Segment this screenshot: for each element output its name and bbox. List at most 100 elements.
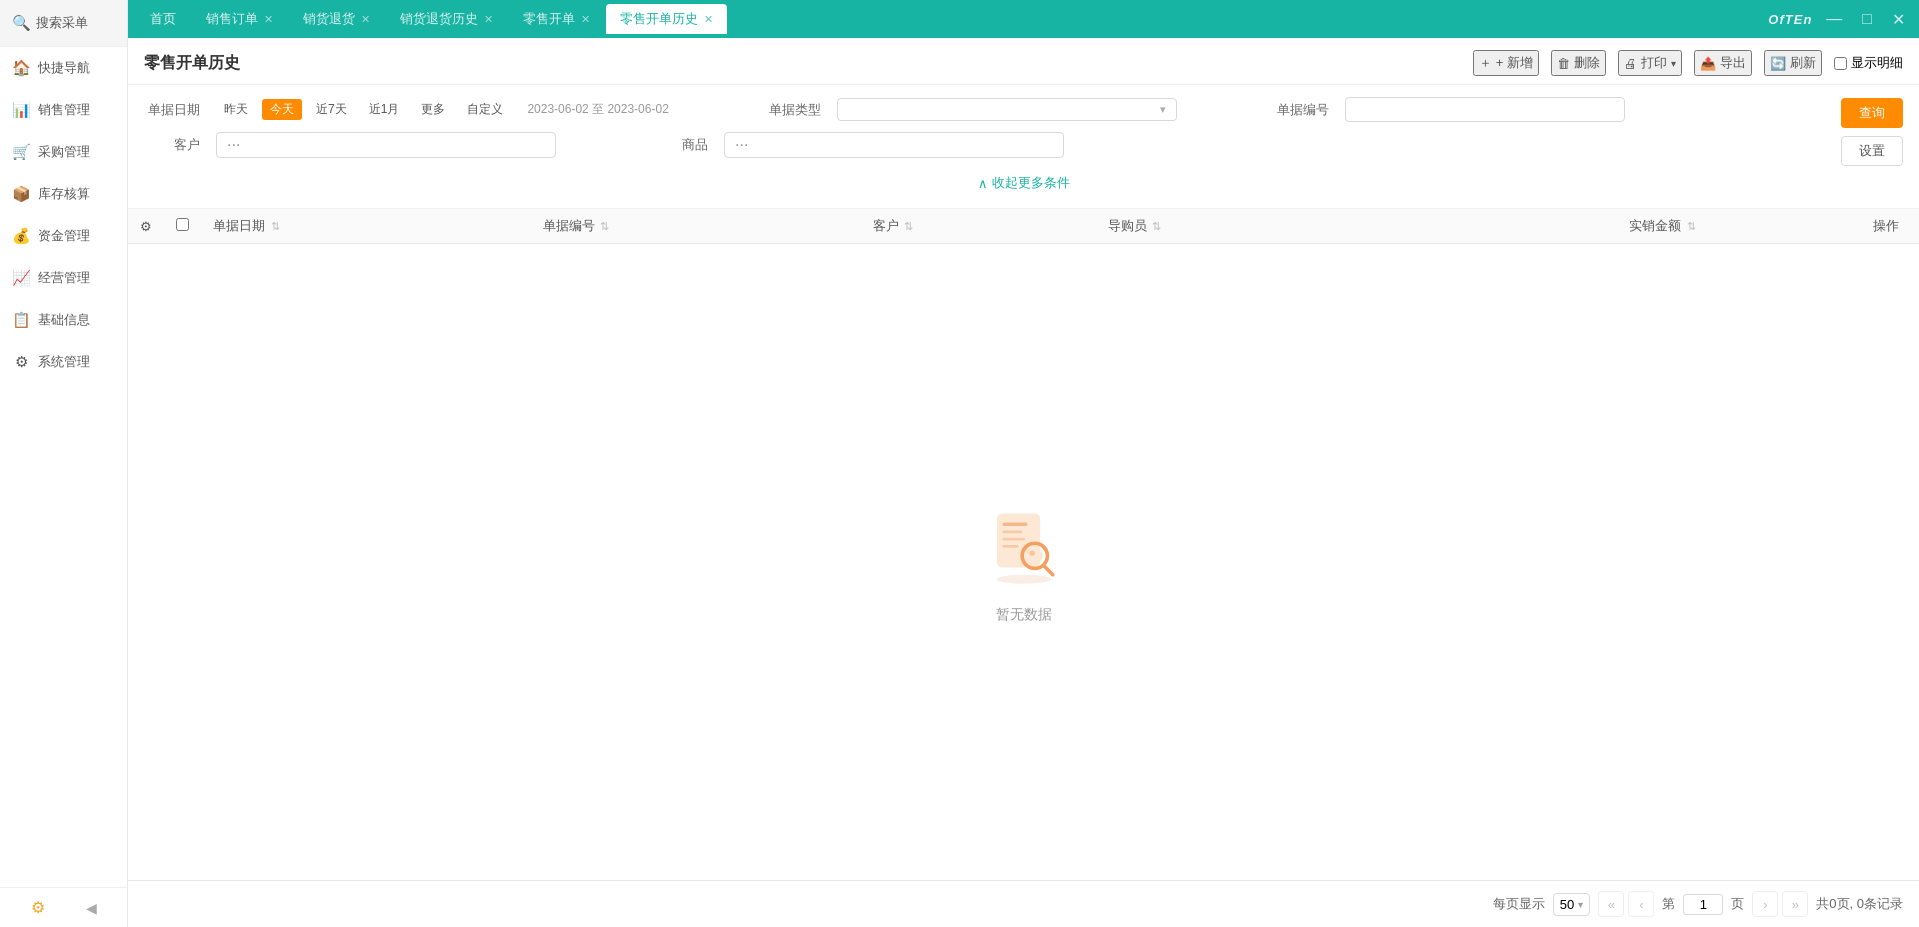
sort-amount-icon[interactable]: ⇅ <box>1687 220 1696 232</box>
window-maximize-btn[interactable]: □ <box>1856 10 1878 28</box>
sidebar-item-label: 基础信息 <box>38 311 90 329</box>
info-icon: 📋 <box>12 311 30 329</box>
print-button[interactable]: 🖨 打印 ▾ <box>1618 50 1682 76</box>
delete-icon: 🗑 <box>1557 56 1570 71</box>
tab-home-label: 首页 <box>150 10 176 28</box>
sidebar-bottom: ⚙ ◀ <box>0 887 127 927</box>
first-page-btn[interactable]: « <box>1598 891 1624 917</box>
refresh-button[interactable]: 🔄 刷新 <box>1764 50 1822 76</box>
tab-sales-return[interactable]: 销货退货 ✕ <box>289 4 384 34</box>
page-size-select[interactable]: 50 ▾ <box>1553 893 1590 916</box>
sidebar-item-xitong[interactable]: ⚙ 系统管理 <box>0 341 127 383</box>
tab-retail-open-label: 零售开单 <box>523 10 575 28</box>
tab-retail-open-history-label: 零售开单历史 <box>620 10 698 28</box>
date-btn-1month[interactable]: 近1月 <box>361 99 408 120</box>
doc-no-input[interactable] <box>1345 97 1625 122</box>
tab-close-sales-order[interactable]: ✕ <box>264 13 273 26</box>
doc-type-select[interactable]: ▾ <box>837 98 1177 121</box>
sidebar-item-zijin[interactable]: 💰 资金管理 <box>0 215 127 257</box>
sidebar-item-kuaijie[interactable]: 🏠 快捷导航 <box>0 47 127 89</box>
th-action: 操作 <box>1708 209 1919 244</box>
filter-section: 单据日期 昨天 今天 近7天 近1月 更多 自定义 2023-06-02 至 2… <box>128 85 1919 209</box>
sidebar-item-kucun[interactable]: 📦 库存核算 <box>0 173 127 215</box>
settings-bottom-icon[interactable]: ⚙ <box>31 898 45 917</box>
empty-text: 暂无数据 <box>996 606 1052 624</box>
export-icon: 📤 <box>1700 56 1716 71</box>
total-info: 共0页, 0条记录 <box>1816 895 1903 913</box>
chart-icon: 📊 <box>12 101 30 119</box>
sidebar-item-jichu[interactable]: 📋 基础信息 <box>0 299 127 341</box>
per-page-label: 每页显示 <box>1493 895 1545 913</box>
sidebar-item-label: 库存核算 <box>38 185 90 203</box>
sidebar-item-label: 销售管理 <box>38 101 90 119</box>
tab-close-retail-open-history[interactable]: ✕ <box>704 13 713 26</box>
window-close-btn[interactable]: ✕ <box>1886 10 1911 29</box>
last-page-btn[interactable]: » <box>1782 891 1808 917</box>
filter-row-2: 客户 ··· 商品 ··· <box>144 132 1903 158</box>
settings-button[interactable]: 设置 <box>1841 136 1903 166</box>
query-button[interactable]: 查询 <box>1841 98 1903 128</box>
customer-placeholder: ··· <box>227 137 240 153</box>
collapse-sidebar-icon[interactable]: ◀ <box>86 900 97 916</box>
display-detail-toggle[interactable]: 显示明细 <box>1834 54 1903 72</box>
pagination: 每页显示 50 ▾ « ‹ 第 页 › <box>128 880 1919 927</box>
tab-close-sales-return[interactable]: ✕ <box>361 13 370 26</box>
sidebar-item-caigou[interactable]: 🛒 采购管理 <box>0 131 127 173</box>
svg-rect-4 <box>1002 538 1025 541</box>
page-number-input[interactable] <box>1683 894 1723 915</box>
sort-date-icon[interactable]: ⇅ <box>271 220 280 232</box>
svg-rect-3 <box>1002 531 1022 534</box>
customer-select[interactable]: ··· <box>216 132 556 158</box>
next-page-btn[interactable]: › <box>1752 891 1778 917</box>
inventory-icon: 📦 <box>12 185 30 203</box>
doc-no-label: 单据编号 <box>1273 101 1329 119</box>
tab-home[interactable]: 首页 <box>136 4 190 34</box>
date-btn-yesterday[interactable]: 昨天 <box>216 99 256 120</box>
sidebar-item-label: 经营管理 <box>38 269 90 287</box>
add-button[interactable]: ＋ + 新增 <box>1473 50 1539 76</box>
doc-type-dropdown-icon: ▾ <box>1160 103 1166 116</box>
prev-page-btn[interactable]: ‹ <box>1628 891 1654 917</box>
per-page-dropdown-icon: ▾ <box>1578 899 1583 910</box>
tab-sales-return-history[interactable]: 销货退货历史 ✕ <box>386 4 507 34</box>
goods-select[interactable]: ··· <box>724 132 1064 158</box>
home-icon: 🏠 <box>12 59 30 77</box>
customer-label: 客户 <box>144 136 200 154</box>
th-customer: 客户 ⇅ <box>861 209 1096 244</box>
sidebar-item-jingying[interactable]: 📈 经营管理 <box>0 257 127 299</box>
sort-no-icon[interactable]: ⇅ <box>600 220 609 232</box>
tab-sales-return-label: 销货退货 <box>303 10 355 28</box>
date-btn-custom[interactable]: 自定义 <box>459 99 511 120</box>
date-btn-more[interactable]: 更多 <box>413 99 453 120</box>
sidebar-search[interactable]: 🔍 搜索采单 <box>0 0 127 47</box>
window-minimize-btn[interactable]: — <box>1820 10 1848 28</box>
date-btn-today[interactable]: 今天 <box>262 99 302 120</box>
collapse-btn[interactable]: ∧ 收起更多条件 <box>978 170 1070 196</box>
select-all-checkbox[interactable] <box>176 218 189 231</box>
tab-sales-return-history-label: 销货退货历史 <box>400 10 478 28</box>
tab-retail-open-history[interactable]: 零售开单历史 ✕ <box>606 4 727 34</box>
date-btn-7days[interactable]: 近7天 <box>308 99 355 120</box>
empty-state: 暂无数据 <box>128 244 1919 880</box>
export-button[interactable]: 📤 导出 <box>1694 50 1752 76</box>
delete-button[interactable]: 🗑 删除 <box>1551 50 1606 76</box>
svg-point-7 <box>1026 548 1042 564</box>
display-detail-checkbox[interactable] <box>1834 57 1847 70</box>
gear-icon[interactable]: ⚙ <box>140 219 152 234</box>
content-area: 零售开单历史 ＋ + 新增 🗑 删除 🖨 打印 ▾ 📤 导出 <box>128 38 1919 927</box>
tab-retail-open[interactable]: 零售开单 ✕ <box>509 4 604 34</box>
tab-close-retail-open[interactable]: ✕ <box>581 13 590 26</box>
th-checkbox <box>164 209 201 244</box>
tab-close-sales-return-history[interactable]: ✕ <box>484 13 493 26</box>
svg-point-0 <box>997 575 1051 584</box>
sort-salesperson-icon[interactable]: ⇅ <box>1152 220 1161 232</box>
tab-sales-order[interactable]: 销售订单 ✕ <box>192 4 287 34</box>
page-label-suffix: 页 <box>1731 895 1744 913</box>
goods-placeholder: ··· <box>735 137 748 153</box>
management-icon: 📈 <box>12 269 30 287</box>
collapse-row: ∧ 收起更多条件 <box>144 168 1903 202</box>
export-label: 导出 <box>1720 54 1746 72</box>
sort-customer-icon[interactable]: ⇅ <box>904 220 913 232</box>
filter-row-1: 单据日期 昨天 今天 近7天 近1月 更多 自定义 2023-06-02 至 2… <box>144 97 1903 122</box>
sidebar-item-xiaoshou[interactable]: 📊 销售管理 <box>0 89 127 131</box>
